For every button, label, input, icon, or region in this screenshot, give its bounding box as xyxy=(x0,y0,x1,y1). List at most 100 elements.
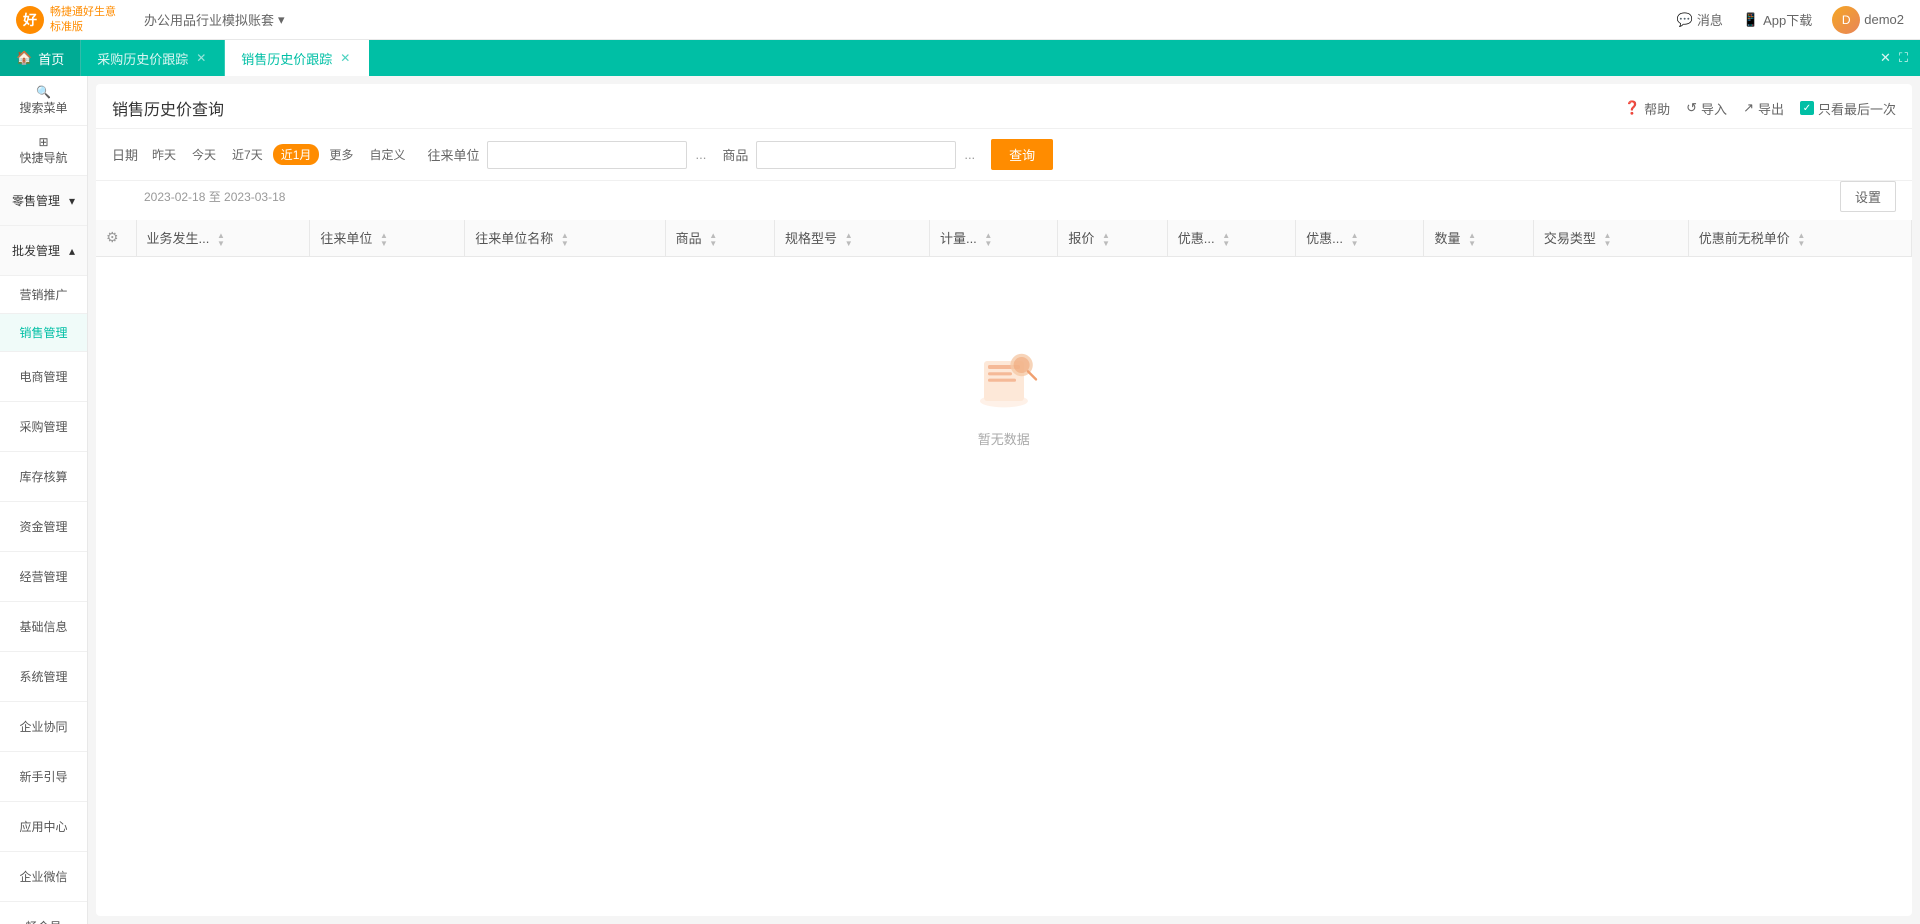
chevron-down-icon: ▾ xyxy=(278,12,285,28)
logo-text: 畅捷通好生意 标准版 xyxy=(50,5,116,34)
page-content: 销售历史价查询 ❓ 帮助 ↺ 导入 ↗ 导出 ✓ xyxy=(96,84,1912,916)
tab-bar: 🏠 首页 采购历史价跟踪 ✕ 销售历史价跟踪 ✕ ✕ ⛶ xyxy=(0,40,1920,76)
search-icon: 🔍 xyxy=(36,85,51,99)
maximize-btn[interactable]: ⛶ xyxy=(1899,50,1908,66)
export-btn[interactable]: ↗ 导出 xyxy=(1743,99,1784,118)
sidebar-item-member[interactable]: 畅会员 xyxy=(0,902,87,924)
table-col-discount-rate: 优惠... ▲▼ xyxy=(1167,220,1295,256)
sort-trade-type[interactable]: ▲▼ xyxy=(1604,232,1612,248)
date-btn-today[interactable]: 今天 xyxy=(186,144,222,165)
partner-filter-group: 往来单位 ... xyxy=(427,141,706,169)
table-col-quantity: 数量 ▲▼ xyxy=(1424,220,1533,256)
goods-lookup-btn[interactable]: ... xyxy=(964,147,975,162)
grid-icon: ⊞ xyxy=(38,135,48,149)
top-header: 好 畅捷通好生意 标准版 办公用品行业模拟账套 ▾ 💬 消息 📱 App下载 D… xyxy=(0,0,1920,40)
header-right: 💬 消息 📱 App下载 D demo2 xyxy=(1677,6,1904,34)
sidebar-item-search-menu[interactable]: 🔍 搜索菜单 xyxy=(0,76,87,126)
goods-input[interactable] xyxy=(756,141,956,169)
sort-partner-name[interactable]: ▲▼ xyxy=(561,232,569,248)
tab-purchase-history[interactable]: 采购历史价跟踪 ✕ xyxy=(81,40,225,76)
table-col-biz-date: 业务发生... ▲▼ xyxy=(136,220,310,256)
import-btn[interactable]: ↺ 导入 xyxy=(1686,99,1727,118)
empty-text: 暂无数据 xyxy=(978,429,1030,448)
sidebar-item-ecommerce-mgmt[interactable]: 电商管理 xyxy=(0,352,87,402)
sort-pre-tax-price[interactable]: ▲▼ xyxy=(1797,232,1805,248)
sidebar-item-enterprise-coop[interactable]: 企业协同 xyxy=(0,702,87,752)
sidebar-item-wholesale-mgmt[interactable]: 批发管理 ▴ xyxy=(0,226,87,276)
table-col-settings: ⚙ xyxy=(96,220,136,256)
help-btn[interactable]: ❓ 帮助 xyxy=(1624,99,1670,118)
chevron-up-icon: ▴ xyxy=(69,244,75,258)
sidebar-item-inventory[interactable]: 库存核算 xyxy=(0,452,87,502)
page-actions: ❓ 帮助 ↺ 导入 ↗ 导出 ✓ 只看最后一次 xyxy=(1624,99,1896,118)
page-title: 销售历史价查询 xyxy=(112,96,224,120)
home-icon: 🏠 xyxy=(16,50,32,66)
message-btn[interactable]: 💬 消息 xyxy=(1677,10,1723,29)
sort-discount-rate[interactable]: ▲▼ xyxy=(1222,232,1230,248)
date-options: 昨天 今天 近7天 近1月 更多 自定义 xyxy=(146,144,411,165)
sidebar-item-purchase-mgmt[interactable]: 采购管理 xyxy=(0,402,87,452)
table-col-unit: 计量... ▲▼ xyxy=(929,220,1057,256)
main-layout: 🔍 搜索菜单 ⊞ 快捷导航 零售管理 ▾ 批发管理 ▴ 营销推广 销售管理 电商… xyxy=(0,76,1920,924)
company-selector[interactable]: 办公用品行业模拟账套 ▾ xyxy=(144,10,285,29)
sidebar-item-marketing[interactable]: 营销推广 xyxy=(0,276,87,314)
date-btn-1month[interactable]: 近1月 xyxy=(273,144,320,165)
date-btn-7days[interactable]: 近7天 xyxy=(226,144,269,165)
date-btn-custom[interactable]: 自定义 xyxy=(363,144,411,165)
user-menu[interactable]: D demo2 xyxy=(1832,6,1904,34)
sort-partner-code[interactable]: ▲▼ xyxy=(380,232,388,248)
only-last-checkbox[interactable]: ✓ xyxy=(1800,101,1814,115)
settings-button[interactable]: 设置 xyxy=(1840,181,1896,212)
query-button[interactable]: 查询 xyxy=(991,139,1053,170)
table-col-spec: 规格型号 ▲▼ xyxy=(775,220,930,256)
tab-sales-history[interactable]: 销售历史价跟踪 ✕ xyxy=(225,40,369,76)
sidebar-item-finance-mgmt[interactable]: 资金管理 xyxy=(0,502,87,552)
export-icon: ↗ xyxy=(1743,100,1754,116)
table-col-goods: 商品 ▲▼ xyxy=(665,220,774,256)
partner-lookup-btn[interactable]: ... xyxy=(695,147,706,162)
table-col-partner-code: 往来单位 ▲▼ xyxy=(310,220,465,256)
table-col-quote-price: 报价 ▲▼ xyxy=(1058,220,1167,256)
table-area: ⚙ 业务发生... ▲▼ 往来单位 ▲▼ 往来单位名称 xyxy=(96,220,1912,916)
message-icon: 💬 xyxy=(1677,12,1693,28)
date-btn-yesterday[interactable]: 昨天 xyxy=(146,144,182,165)
sidebar-item-beginner-guide[interactable]: 新手引导 xyxy=(0,752,87,802)
sidebar-item-ops-mgmt[interactable]: 经营管理 xyxy=(0,552,87,602)
sidebar-item-sales-mgmt[interactable]: 销售管理 xyxy=(0,314,87,352)
sidebar: 🔍 搜索菜单 ⊞ 快捷导航 零售管理 ▾ 批发管理 ▴ 营销推广 销售管理 电商… xyxy=(0,76,88,924)
close-sales-tab-btn[interactable]: ✕ xyxy=(338,49,352,67)
content-area: 销售历史价查询 ❓ 帮助 ↺ 导入 ↗ 导出 ✓ xyxy=(88,76,1920,924)
sort-discount-price[interactable]: ▲▼ xyxy=(1351,232,1359,248)
date-btn-more[interactable]: 更多 xyxy=(323,144,359,165)
date-label: 日期 xyxy=(112,145,138,164)
sidebar-item-app-center[interactable]: 应用中心 xyxy=(0,802,87,852)
sidebar-item-system-settings[interactable]: 系统管理 xyxy=(0,652,87,702)
sidebar-item-basic-info[interactable]: 基础信息 xyxy=(0,602,87,652)
sort-goods[interactable]: ▲▼ xyxy=(709,232,717,248)
tab-home[interactable]: 🏠 首页 xyxy=(0,40,81,76)
empty-state: 暂无数据 xyxy=(96,257,1912,528)
only-last-checkbox-label[interactable]: ✓ 只看最后一次 xyxy=(1800,99,1896,118)
sort-unit[interactable]: ▲▼ xyxy=(984,232,992,248)
sort-quantity[interactable]: ▲▼ xyxy=(1468,232,1476,248)
sidebar-item-retail-mgmt[interactable]: 零售管理 ▾ xyxy=(0,176,87,226)
sort-biz-date[interactable]: ▲▼ xyxy=(217,232,225,248)
app-download-btn[interactable]: 📱 App下载 xyxy=(1743,10,1812,29)
sort-spec[interactable]: ▲▼ xyxy=(845,232,853,248)
filter-row: 日期 昨天 今天 近7天 近1月 更多 自定义 往来单位 ... xyxy=(96,129,1912,181)
partner-input[interactable] xyxy=(487,141,687,169)
close-all-tabs-btn[interactable]: ✕ xyxy=(1880,50,1891,66)
close-purchase-tab-btn[interactable]: ✕ xyxy=(194,49,208,67)
logo-area: 好 畅捷通好生意 标准版 xyxy=(16,5,116,34)
table-col-partner-name: 往来单位名称 ▲▼ xyxy=(465,220,665,256)
sidebar-item-quick-nav[interactable]: ⊞ 快捷导航 xyxy=(0,126,87,176)
sort-quote-price[interactable]: ▲▼ xyxy=(1102,232,1110,248)
avatar: D xyxy=(1832,6,1860,34)
date-range-display: 2023-02-18 至 2023-03-18 xyxy=(144,188,285,205)
chevron-down-icon: ▾ xyxy=(69,194,75,208)
tab-bar-actions: ✕ ⛶ xyxy=(1868,40,1920,76)
partner-label: 往来单位 xyxy=(427,145,479,164)
goods-filter-group: 商品 ... xyxy=(722,141,975,169)
sidebar-item-enterprise-wechat[interactable]: 企业微信 xyxy=(0,852,87,902)
gear-icon[interactable]: ⚙ xyxy=(106,229,119,245)
